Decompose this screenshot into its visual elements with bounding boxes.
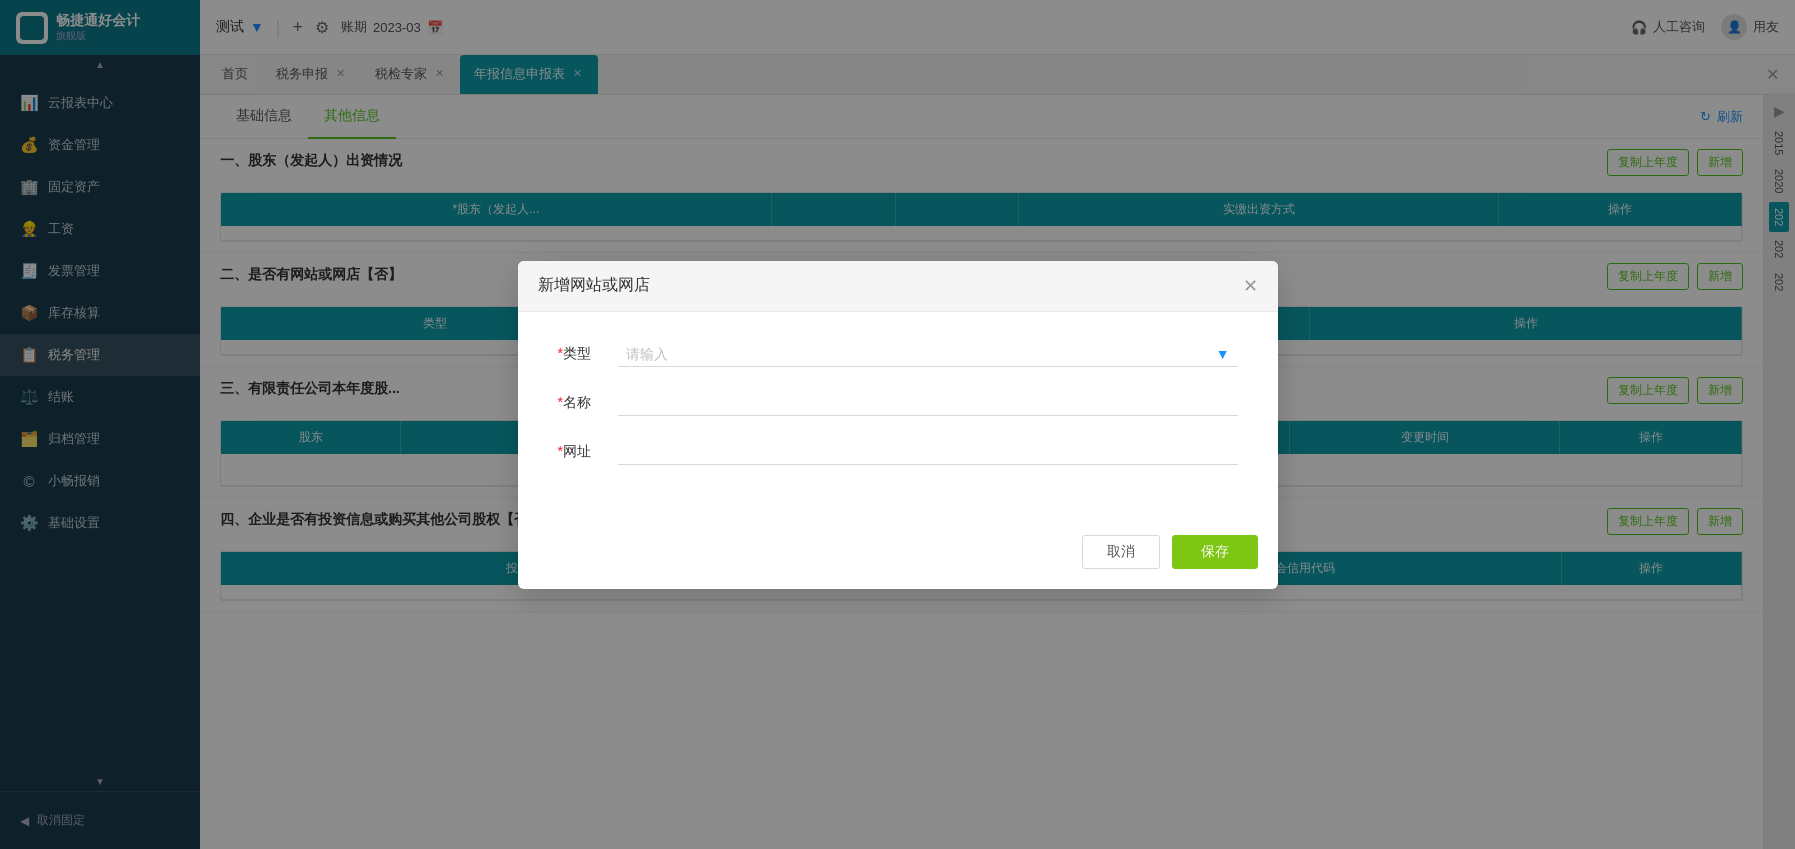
modal-name-input[interactable] [618,391,1238,415]
modal-field-name: *名称 [558,391,1238,416]
modal-type-dropdown-arrow[interactable]: ▼ [1216,346,1230,362]
modal-cancel-btn[interactable]: 取消 [1082,535,1160,569]
modal-title: 新增网站或网店 [538,275,650,296]
modal-close-btn[interactable]: ✕ [1243,275,1258,297]
modal-type-input[interactable] [618,342,1238,366]
modal-footer: 取消 保存 [518,519,1278,589]
modal-type-row: *类型 ▼ [558,342,1238,367]
add-website-modal: 新增网站或网店 ✕ *类型 ▼ *名 [518,261,1278,589]
modal-field-url: *网址 [558,440,1238,465]
modal-url-label: *网址 [558,443,618,461]
modal-name-label: *名称 [558,394,618,412]
modal-url-input-wrap [618,440,1238,465]
modal-overlay[interactable]: 新增网站或网店 ✕ *类型 ▼ *名 [0,0,1795,849]
modal-type-label: *类型 [558,345,618,363]
modal-url-input[interactable] [618,440,1238,464]
modal-name-row: *名称 [558,391,1238,416]
modal-field-type: *类型 ▼ [558,342,1238,367]
modal-body: *类型 ▼ *名称 [518,312,1278,519]
modal-save-btn[interactable]: 保存 [1172,535,1258,569]
modal-type-input-wrap: ▼ [618,342,1238,367]
modal-url-row: *网址 [558,440,1238,465]
modal-header: 新增网站或网店 ✕ [518,261,1278,312]
modal-name-input-wrap [618,391,1238,416]
